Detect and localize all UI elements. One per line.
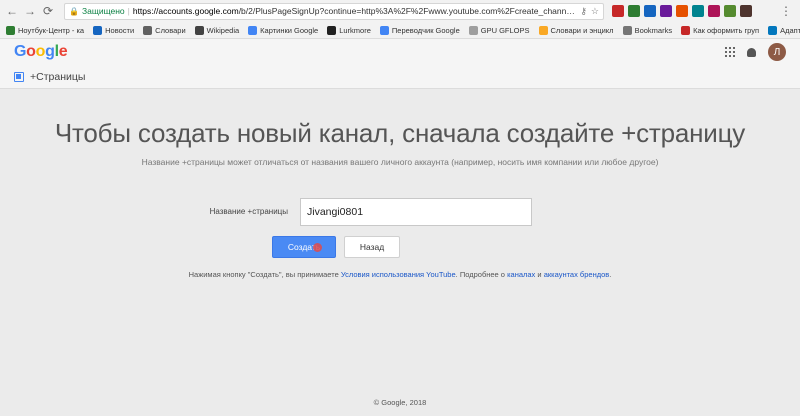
extension-icon[interactable] [724, 5, 736, 17]
bookmark-favicon-icon [468, 25, 478, 35]
pages-icon [14, 71, 24, 82]
extension-icon[interactable] [740, 5, 752, 17]
terms-prefix: Нажимая кнопку "Создать", вы принимаете [188, 270, 339, 279]
logo-letter: G [14, 43, 27, 60]
bookmark-favicon-icon [327, 25, 337, 35]
bookmark-label: Словари [155, 25, 186, 35]
bookmark-favicon-icon [93, 25, 103, 35]
menu-dots-icon[interactable]: ⋮ [780, 4, 796, 18]
pages-title[interactable]: +Страницы [30, 71, 85, 83]
bookmark-favicon-icon [622, 25, 632, 35]
extension-icon[interactable] [660, 5, 672, 17]
bookmark-item[interactable]: GPU GFLOPS [468, 25, 530, 35]
bookmark-item[interactable]: Wikipedia [194, 25, 240, 35]
terms-text: Нажимая кнопку "Создать", вы принимаете … [0, 270, 800, 279]
name-form-row: Название +страницы [0, 198, 800, 226]
bookmarks-bar: Ноутбук-Центр - ка Новости Словари Wikipedi… [0, 22, 800, 39]
terms-and: и [537, 270, 542, 279]
browser-toolbar: ← → ⟳ 🔒 Защищено | https://accounts.goog… [0, 0, 800, 22]
bookmark-label: Bookmarks [634, 25, 673, 35]
logo-letter: o [26, 43, 36, 60]
page-title: Чтобы создать новый канал, сначала созда… [54, 118, 746, 148]
channels-link[interactable]: каналах [507, 270, 535, 279]
url-text: https://accounts.google.com/b/2/PlusPage… [133, 6, 577, 16]
bookmark-label: Переводчик Google [391, 25, 460, 35]
bookmark-item[interactable]: Lurkmore [327, 25, 371, 35]
bookmark-label: Wikipedia [206, 25, 240, 35]
bookmark-favicon-icon [538, 25, 548, 35]
bookmark-item[interactable]: Адаптация графич [768, 25, 800, 35]
extension-icon[interactable] [708, 5, 720, 17]
bookmark-label: GPU GFLOPS [480, 25, 530, 35]
bookmark-label: Как оформить груп [693, 25, 760, 35]
reload-icon[interactable]: ⟳ [40, 3, 56, 19]
apps-grid-icon[interactable] [725, 47, 735, 57]
extension-icon[interactable] [644, 5, 656, 17]
forward-arrow-icon[interactable]: → [22, 3, 38, 19]
notifications-bell-icon[interactable] [747, 47, 756, 57]
bookmark-label: Lurkmore [339, 25, 371, 35]
bookmark-item[interactable]: Переводчик Google [379, 25, 460, 35]
name-field-label: Название +страницы [209, 207, 288, 216]
address-bar[interactable]: 🔒 Защищено | https://accounts.google.com… [64, 2, 604, 20]
brand-accounts-link[interactable]: аккаунтах брендов [544, 270, 610, 279]
google-logo[interactable]: Google [14, 43, 68, 61]
bookmark-label: Адаптация графич [780, 25, 800, 35]
footer-copyright: © Google, 2018 [373, 398, 427, 407]
create-button[interactable]: Создать [272, 236, 336, 258]
star-icon[interactable]: ☆ [591, 6, 599, 17]
url-host: https://accounts.google.com [132, 6, 239, 16]
bookmark-item[interactable]: Bookmarks [622, 25, 673, 35]
logo-letter: o [35, 43, 46, 60]
extension-icon[interactable] [628, 5, 640, 17]
page-name-input[interactable] [300, 198, 532, 226]
bookmark-item[interactable]: Как оформить груп [681, 25, 760, 35]
pages-bar: +Страницы [0, 65, 800, 89]
key-icon[interactable]: ⚷ [580, 6, 587, 17]
bookmark-item[interactable]: Словари [143, 25, 186, 35]
bookmark-favicon-icon [194, 25, 204, 35]
back-arrow-icon[interactable]: ← [4, 3, 20, 19]
bookmark-label: Ноутбук-Центр - ка [18, 25, 85, 35]
logo-letter: g [45, 43, 55, 60]
bookmark-favicon-icon [143, 25, 153, 35]
bookmark-label: Картинки Google [260, 25, 319, 35]
bookmark-favicon-icon [768, 25, 778, 35]
extension-icon[interactable] [676, 5, 688, 17]
extension-icon[interactable] [612, 5, 624, 17]
lock-icon: 🔒 [69, 6, 79, 16]
bookmark-item[interactable]: Новости [93, 25, 135, 35]
bookmark-label: Новости [105, 25, 135, 35]
logo-letter: e [58, 43, 68, 60]
back-button[interactable]: Назад [344, 236, 400, 258]
extension-icons [612, 5, 752, 17]
terms-suffix: . [609, 270, 612, 279]
mouse-cursor-indicator [313, 243, 322, 252]
url-path: /b/2/PlusPageSignUp?continue=http%3A%2F%… [238, 6, 578, 16]
bookmark-label: Словари и энцикл [550, 25, 614, 35]
separator: | [127, 6, 130, 16]
avatar[interactable]: Л [768, 43, 786, 61]
bookmark-favicon-icon [379, 25, 389, 35]
extension-icon[interactable] [692, 5, 704, 17]
terms-middle: . Подробнее о [455, 270, 505, 279]
secure-label: Защищено [81, 6, 125, 16]
bookmark-item[interactable]: Картинки Google [248, 25, 319, 35]
bookmark-favicon-icon [6, 25, 15, 35]
bookmark-item[interactable]: Ноутбук-Центр - ка [6, 25, 85, 35]
google-header: Google Л [0, 39, 800, 65]
youtube-terms-link[interactable]: Условия использования YouTube [341, 270, 456, 279]
bookmark-favicon-icon [248, 25, 258, 35]
page-subtitle: Название +страницы может отличаться от н… [141, 157, 659, 167]
bookmark-item[interactable]: Словари и энцикл [538, 25, 614, 35]
bookmark-favicon-icon [681, 25, 691, 35]
